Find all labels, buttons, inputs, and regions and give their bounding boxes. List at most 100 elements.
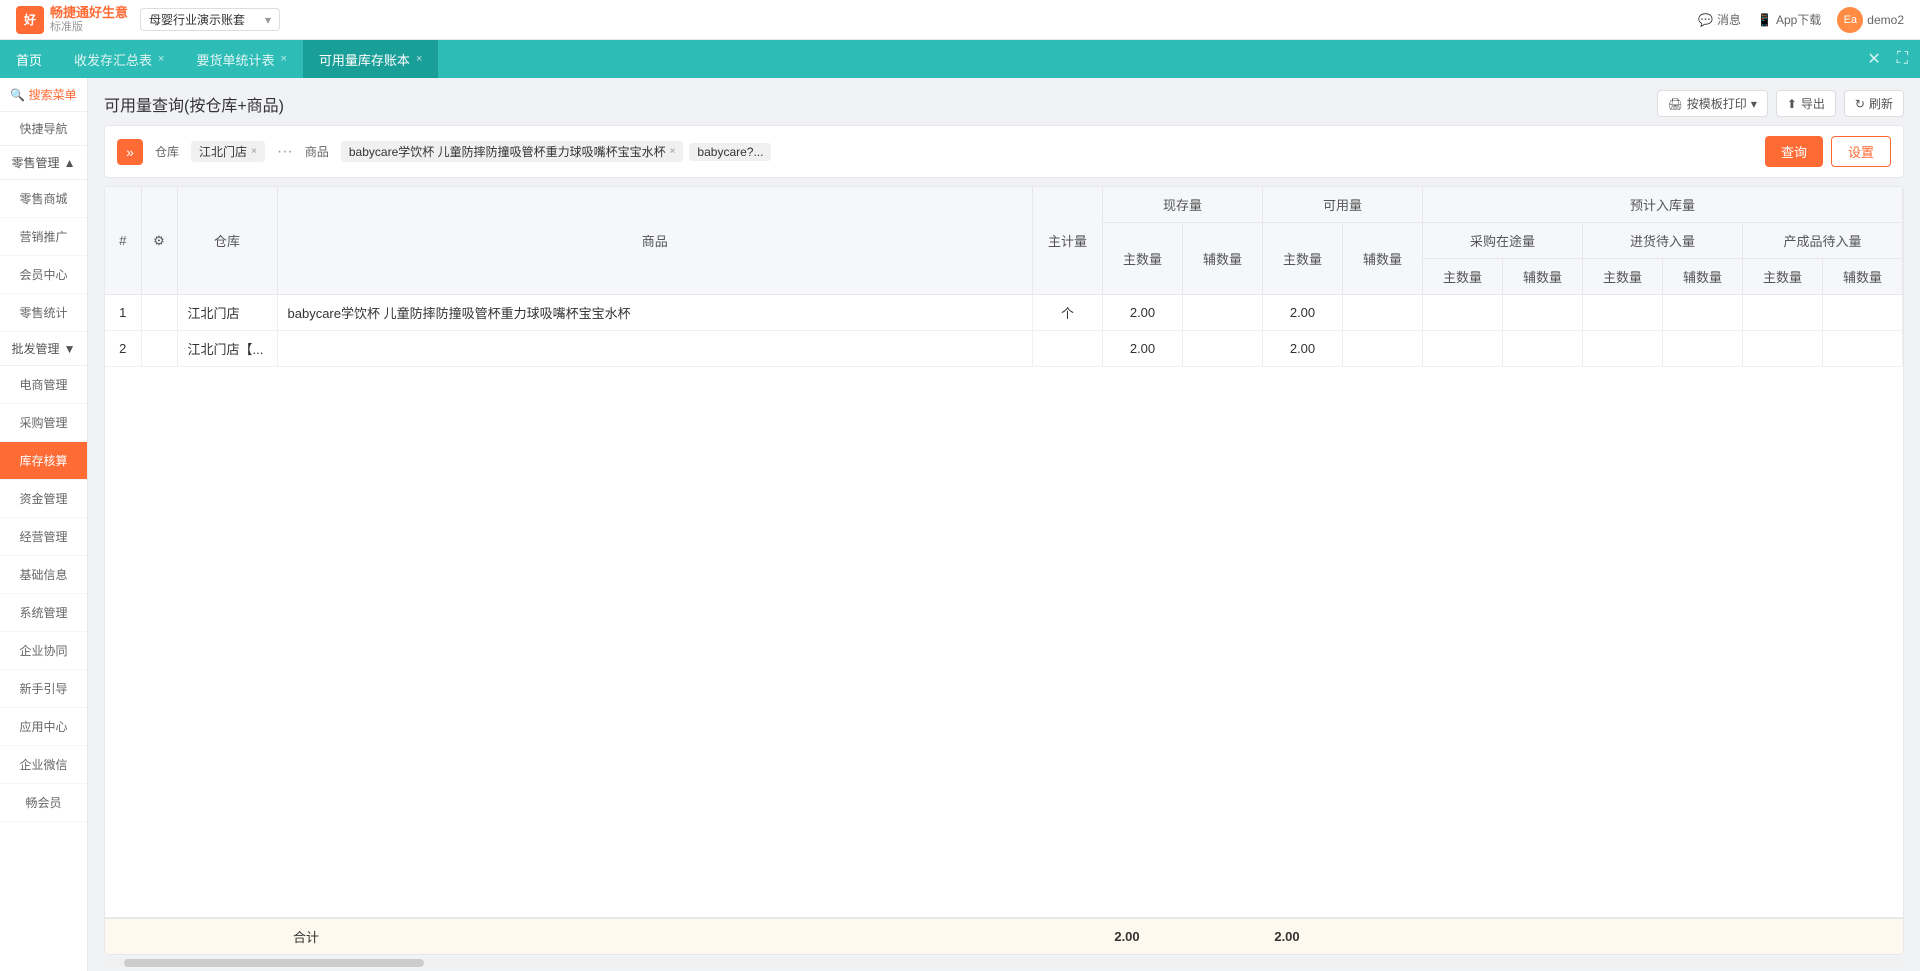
sidebar-item-finance[interactable]: 资金管理 [0,480,87,518]
cell-stock-main: 2.00 [1103,295,1183,331]
th-planned-in: 预计入库量 [1423,187,1903,223]
th-purchase-transit: 采购在途量 [1423,223,1583,259]
tab-available-stock[interactable]: 可用量库存账本 × [303,40,438,78]
footer-stock-main: 2.00 [1087,929,1167,944]
th-warehouse: 仓库 [177,187,277,295]
product-tag-1: babycare学饮杯 儿童防摔防撞吸管杯重力球吸嘴杯宝宝水杯 × [341,141,684,162]
sidebar-item-retail-mgmt[interactable]: 零售管理 ▲ [0,146,87,180]
cell-product-main [1743,295,1823,331]
filter-expand-btn[interactable]: » [117,139,143,165]
cell-settings [141,295,177,331]
sidebar-item-operations[interactable]: 经营管理 [0,518,87,556]
sidebar-item-wechat[interactable]: 企业微信 [0,746,87,784]
message-btn[interactable]: 💬 消息 [1698,11,1741,28]
sidebar-item-ecommerce[interactable]: 电商管理 [0,366,87,404]
sidebar-item-guide[interactable]: 新手引导 [0,670,87,708]
tab-fullscreen-btn[interactable]: ⛶ [1893,50,1912,68]
logo-area: 好 畅捷通好生意 标准版 [16,5,128,34]
cell-inbound-main [1583,331,1663,367]
warehouse-tag-close[interactable]: × [251,146,257,157]
chevron-down-icon: ▼ [64,342,76,356]
refresh-icon: ↻ [1855,97,1865,111]
footer-total-label: 合计 [293,927,1017,946]
product-filter-area: babycare学饮杯 儿童防摔防撞吸管杯重力球吸嘴杯宝宝水杯 × babyca… [341,141,1753,162]
store-name: 母婴行业演示账套 [149,11,245,28]
export-btn[interactable]: ⬆ 导出 [1776,90,1836,117]
sidebar-item-basic-info[interactable]: 基础信息 [0,556,87,594]
cell-unit: 个 [1033,295,1103,331]
top-bar-right: 💬 消息 📱 App下载 Ea demo2 [1698,7,1904,33]
sidebar-item-inventory[interactable]: 库存核算 [0,442,87,480]
tab-home[interactable]: 首页 [0,40,58,78]
store-dropdown-icon: ▾ [265,13,271,27]
store-selector[interactable]: 母婴行业演示账套 ▾ [140,8,280,31]
sidebar-item-vip[interactable]: 畅会员 [0,784,87,822]
sidebar-item-purchase[interactable]: 采购管理 [0,404,87,442]
sidebar-item-retail-mall[interactable]: 零售商城 [0,180,87,218]
cell-product-main [1743,331,1823,367]
chevron-icon: ▲ [64,156,76,170]
search-icon: 🔍 [10,88,25,102]
app-sub: 标准版 [50,21,128,34]
tab-order-stats[interactable]: 要货单统计表 × [180,40,302,78]
sidebar-item-collab[interactable]: 企业协同 [0,632,87,670]
th-inbound-aux: 辅数量 [1663,259,1743,295]
sidebar-item-marketing[interactable]: 营销推广 [0,218,87,256]
horizontal-scrollbar[interactable] [104,959,1904,967]
settings-icon[interactable]: ⚙ [153,233,165,248]
sidebar-search[interactable]: 🔍 搜索菜单 [0,78,87,112]
print-icon: 🖨 [1668,97,1683,111]
query-button[interactable]: 查询 [1765,136,1823,167]
product-tag-1-close[interactable]: × [670,146,676,157]
data-table: # ⚙ 仓库 商品 主计量 现存量 可用量 预计入库量 主数 [105,187,1903,367]
cell-purchase-main [1423,295,1503,331]
th-product-main: 主数量 [1743,259,1823,295]
tab-close-order-stats[interactable]: × [280,53,286,65]
cell-product [277,331,1033,367]
setting-button[interactable]: 设置 [1831,136,1891,167]
message-label: 消息 [1717,11,1741,28]
download-label: App下载 [1776,11,1821,28]
th-stock-aux: 辅数量 [1183,223,1263,295]
tab-bar: 首页 收发存汇总表 × 要货单统计表 × 可用量库存账本 × ✕ ⛶ [0,40,1920,78]
cell-index: 2 [105,331,141,367]
refresh-btn[interactable]: ↻ 刷新 [1844,90,1904,117]
tab-close-all-btn[interactable]: ✕ [1863,49,1884,69]
page-actions: 🖨 按模板打印 ▾ ⬆ 导出 ↻ 刷新 [1657,90,1904,117]
scroll-thumb[interactable] [124,959,424,967]
th-avail-aux: 辅数量 [1343,223,1423,295]
sidebar: 🔍 搜索菜单 快捷导航 零售管理 ▲ 零售商城 营销推广 会员中心 零售统计 批… [0,78,88,971]
tab-close-receivable[interactable]: × [158,53,164,65]
sidebar-item-wholesale-mgmt[interactable]: 批发管理 ▼ [0,332,87,366]
th-available: 可用量 [1263,187,1423,223]
sidebar-item-system[interactable]: 系统管理 [0,594,87,632]
sidebar-quick-nav[interactable]: 快捷导航 [0,112,87,146]
table-container: # ⚙ 仓库 商品 主计量 现存量 可用量 预计入库量 主数 [104,186,1904,955]
sidebar-item-app-center[interactable]: 应用中心 [0,708,87,746]
tab-receivable[interactable]: 收发存汇总表 × [58,40,180,78]
table-row: 1 江北门店 babycare学饮杯 儿童防摔防撞吸管杯重力球吸嘴杯宝宝水杯 个… [105,295,1903,331]
print-btn[interactable]: 🖨 按模板打印 ▾ [1657,90,1768,117]
product-label: 商品 [305,143,329,160]
content-area: 可用量查询(按仓库+商品) 🖨 按模板打印 ▾ ⬆ 导出 ↻ 刷新 » [88,78,1920,971]
cell-stock-aux [1183,295,1263,331]
filter-actions: 查询 设置 [1765,136,1891,167]
logo-icon: 好 [16,6,44,34]
sidebar-item-member[interactable]: 会员中心 [0,256,87,294]
cell-product: babycare学饮杯 儿童防摔防撞吸管杯重力球吸嘴杯宝宝水杯 [277,295,1033,331]
sidebar-item-retail-stats[interactable]: 零售统计 [0,294,87,332]
cell-product-aux [1823,331,1903,367]
footer-avail-main: 2.00 [1247,929,1327,944]
user-area[interactable]: Ea demo2 [1837,7,1904,33]
filter-more-icon[interactable]: ··· [277,143,293,161]
cell-avail-main: 2.00 [1263,295,1343,331]
cell-stock-aux [1183,331,1263,367]
cell-purchase-aux [1503,295,1583,331]
cell-product-aux [1823,295,1903,331]
th-current-stock: 现存量 [1103,187,1263,223]
tab-bar-right: ✕ ⛶ [1863,49,1920,69]
tab-close-available-stock[interactable]: × [416,53,422,65]
th-main-unit: 主计量 [1033,187,1103,295]
download-btn[interactable]: 📱 App下载 [1757,11,1821,28]
table-footer: 合计 2.00 2.00 [105,917,1903,954]
